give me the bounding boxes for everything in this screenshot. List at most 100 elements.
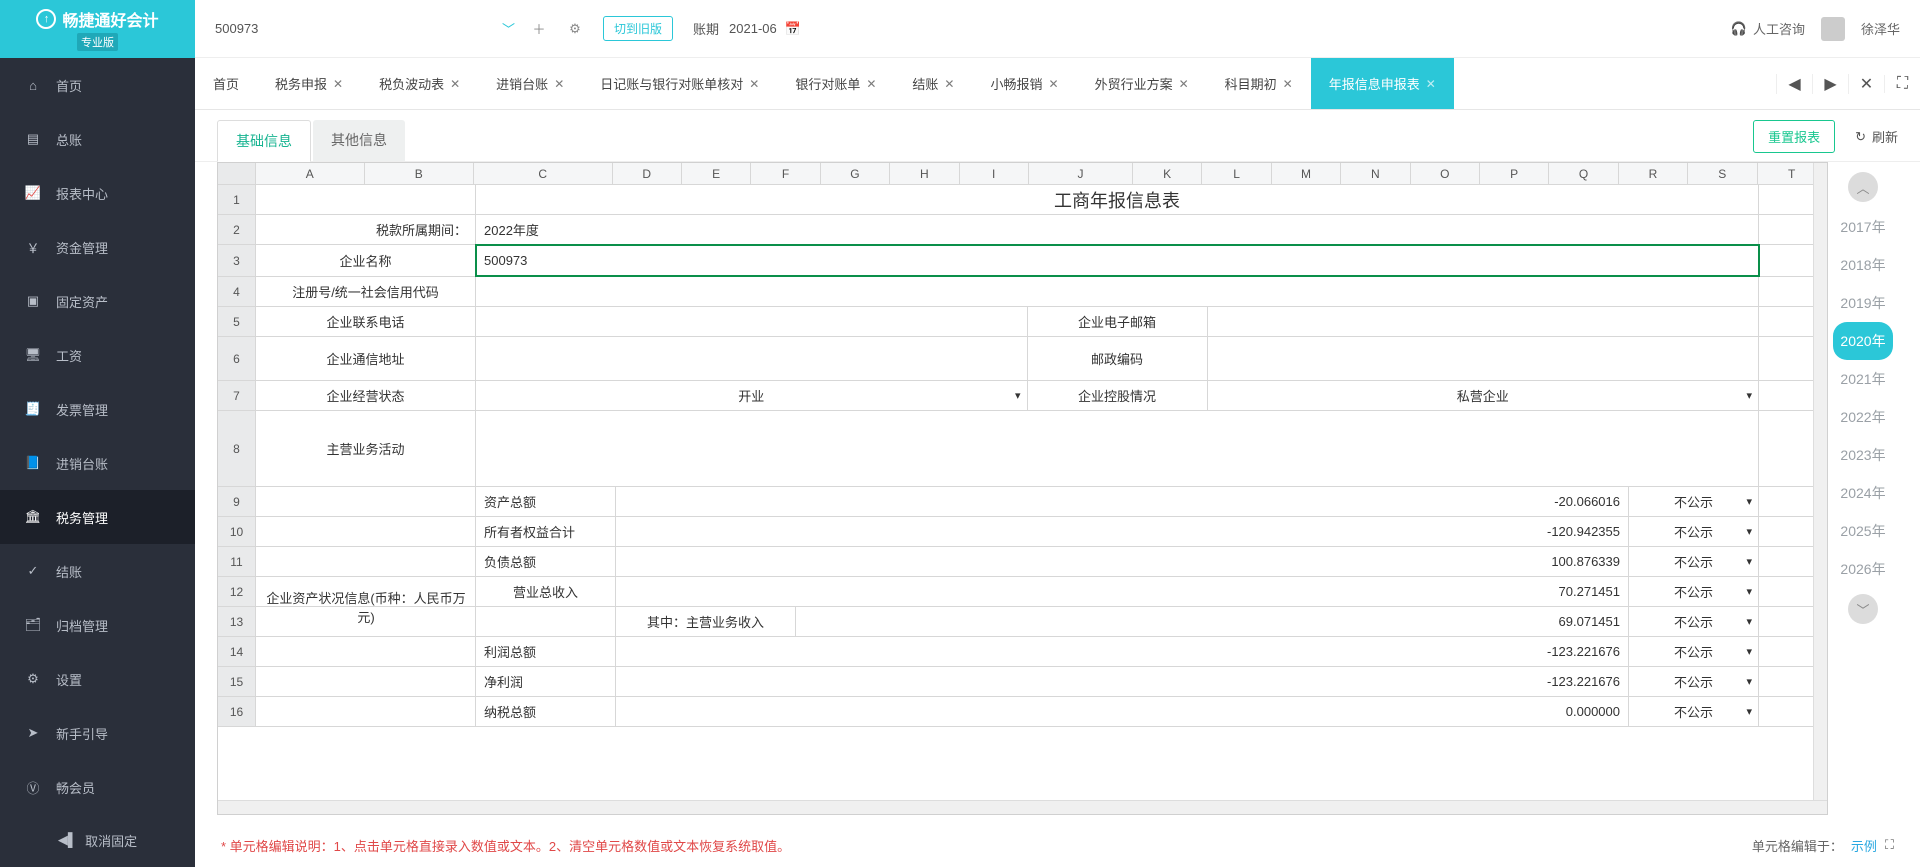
col-L[interactable]: L xyxy=(1202,163,1271,184)
year-2026年[interactable]: 2026年 xyxy=(1833,550,1893,588)
col-K[interactable]: K xyxy=(1133,163,1202,184)
tab-3[interactable]: 进销台账✕ xyxy=(478,58,582,109)
tab-close-button[interactable]: ✕ xyxy=(1848,74,1884,94)
row-header-15[interactable]: 15 xyxy=(218,667,256,696)
row-header-10[interactable]: 10 xyxy=(218,517,256,546)
tab-next-button[interactable]: ▶ xyxy=(1812,74,1848,94)
sidebar-item-gear[interactable]: ⚙设置 xyxy=(0,652,195,706)
holding-select[interactable]: 私营企业 xyxy=(1208,381,1760,410)
close-icon[interactable]: ✕ xyxy=(866,77,876,91)
sidebar-item-vip[interactable]: Ⓥ畅会员 xyxy=(0,760,195,814)
col-S[interactable]: S xyxy=(1688,163,1757,184)
tab-2[interactable]: 税负波动表✕ xyxy=(361,58,478,109)
row-header-3[interactable]: 3 xyxy=(218,245,256,276)
sidebar-item-chart[interactable]: 📈报表中心 xyxy=(0,166,195,220)
publish-select-9[interactable]: 不公示 xyxy=(1629,487,1759,516)
value-cell-13[interactable]: 69.071451 xyxy=(796,607,1629,636)
sidebar-item-asset[interactable]: ▣固定资产 xyxy=(0,274,195,328)
col-R[interactable]: R xyxy=(1619,163,1688,184)
row-header-9[interactable]: 9 xyxy=(218,487,256,516)
col-M[interactable]: M xyxy=(1272,163,1341,184)
col-Q[interactable]: Q xyxy=(1549,163,1618,184)
value-cell-15[interactable]: -123.221676 xyxy=(616,667,1629,696)
example-link[interactable]: 示例 xyxy=(1851,836,1877,855)
col-D[interactable]: D xyxy=(613,163,682,184)
expand-icon[interactable]: ⛶ xyxy=(1885,837,1894,853)
publish-select-16[interactable]: 不公示 xyxy=(1629,697,1759,726)
col-A[interactable]: A xyxy=(256,163,365,184)
year-2022年[interactable]: 2022年 xyxy=(1833,398,1893,436)
vertical-scrollbar[interactable] xyxy=(1813,163,1827,800)
tab-0[interactable]: 首页 xyxy=(195,58,257,109)
fullscreen-icon[interactable]: ⛶ xyxy=(1884,75,1920,93)
row-header-1[interactable]: 1 xyxy=(218,185,256,214)
row-header-14[interactable]: 14 xyxy=(218,637,256,666)
sidebar-item-close-acc[interactable]: ✓结账 xyxy=(0,544,195,598)
row-header-2[interactable]: 2 xyxy=(218,215,256,244)
old-version-button[interactable]: 切到旧版 xyxy=(603,16,673,41)
close-icon[interactable]: ✕ xyxy=(554,77,564,91)
row-header-12[interactable]: 12 xyxy=(218,577,256,606)
row-header-8[interactable]: 8 xyxy=(218,411,256,486)
tab-6[interactable]: 结账✕ xyxy=(894,58,972,109)
year-up-button[interactable]: ︿ xyxy=(1848,172,1878,202)
row-header-4[interactable]: 4 xyxy=(218,277,256,306)
row-header-16[interactable]: 16 xyxy=(218,697,256,726)
year-2018年[interactable]: 2018年 xyxy=(1833,246,1893,284)
close-icon[interactable]: ✕ xyxy=(333,77,343,91)
calendar-icon[interactable]: 📅 xyxy=(785,21,801,37)
publish-select-11[interactable]: 不公示 xyxy=(1629,547,1759,576)
refresh-button[interactable]: ↻ 刷新 xyxy=(1855,127,1898,146)
support-link[interactable]: 🎧 人工咨询 xyxy=(1731,19,1805,38)
close-icon[interactable]: ✕ xyxy=(944,77,954,91)
year-2023年[interactable]: 2023年 xyxy=(1833,436,1893,474)
subtab-1[interactable]: 其他信息 xyxy=(313,120,405,161)
period-value[interactable]: 2021-06 xyxy=(729,21,777,36)
year-2020年[interactable]: 2020年 xyxy=(1833,322,1893,360)
tab-4[interactable]: 日记账与银行对账单核对✕ xyxy=(582,58,777,109)
publish-select-13[interactable]: 不公示 xyxy=(1629,607,1759,636)
year-2017年[interactable]: 2017年 xyxy=(1833,208,1893,246)
value-cell-10[interactable]: -120.942355 xyxy=(616,517,1629,546)
close-icon[interactable]: ✕ xyxy=(1049,77,1059,91)
publish-select-14[interactable]: 不公示 xyxy=(1629,637,1759,666)
tab-8[interactable]: 外贸行业方案✕ xyxy=(1077,58,1207,109)
row-header-6[interactable]: 6 xyxy=(218,337,256,380)
col-H[interactable]: H xyxy=(890,163,959,184)
tab-prev-button[interactable]: ◀ xyxy=(1776,74,1812,94)
sidebar-item-invoice[interactable]: 🧾发票管理 xyxy=(0,382,195,436)
col-B[interactable]: B xyxy=(365,163,474,184)
close-icon[interactable]: ✕ xyxy=(1426,77,1436,91)
publish-select-10[interactable]: 不公示 xyxy=(1629,517,1759,546)
sidebar-item-archive[interactable]: 🗂归档管理 xyxy=(0,598,195,652)
row-header-7[interactable]: 7 xyxy=(218,381,256,410)
gear-icon[interactable]: ⚙ xyxy=(563,17,587,41)
unpin-button[interactable]: ◀▌取消固定 xyxy=(0,813,195,867)
value-cell-9[interactable]: -20.066016 xyxy=(616,487,1629,516)
value-cell-14[interactable]: -123.221676 xyxy=(616,637,1629,666)
sidebar-item-salary[interactable]: 🖥工资 xyxy=(0,328,195,382)
spreadsheet[interactable]: ABCDEFGHIJKLMNOPQRST 1工商年报信息表2税款所属期间：202… xyxy=(217,162,1828,815)
row-header-13[interactable]: 13 xyxy=(218,607,256,636)
company-selector[interactable]: 500973 ﹀ xyxy=(215,19,515,38)
publish-select-12[interactable]: 不公示 xyxy=(1629,577,1759,606)
publish-select-15[interactable]: 不公示 xyxy=(1629,667,1759,696)
close-icon[interactable]: ✕ xyxy=(450,77,460,91)
reset-report-button[interactable]: 重置报表 xyxy=(1753,120,1835,153)
col-G[interactable]: G xyxy=(821,163,890,184)
year-down-button[interactable]: ﹀ xyxy=(1848,594,1878,624)
company-name-cell[interactable]: 500973 xyxy=(476,245,1759,276)
sidebar-item-book[interactable]: 📘进销台账 xyxy=(0,436,195,490)
tab-5[interactable]: 银行对账单✕ xyxy=(777,58,894,109)
col-C[interactable]: C xyxy=(474,163,613,184)
col-J[interactable]: J xyxy=(1029,163,1133,184)
tab-10[interactable]: 年报信息申报表✕ xyxy=(1311,58,1454,109)
value-cell-11[interactable]: 100.876339 xyxy=(616,547,1629,576)
add-icon[interactable]: ＋ xyxy=(527,17,551,41)
tab-7[interactable]: 小畅报销✕ xyxy=(972,58,1076,109)
sidebar-item-ledger[interactable]: ▤总账 xyxy=(0,112,195,166)
row-header-5[interactable]: 5 xyxy=(218,307,256,336)
sheet-title[interactable]: 工商年报信息表 xyxy=(476,185,1759,214)
sidebar-item-home[interactable]: ⌂首页 xyxy=(0,58,195,112)
year-2025年[interactable]: 2025年 xyxy=(1833,512,1893,550)
